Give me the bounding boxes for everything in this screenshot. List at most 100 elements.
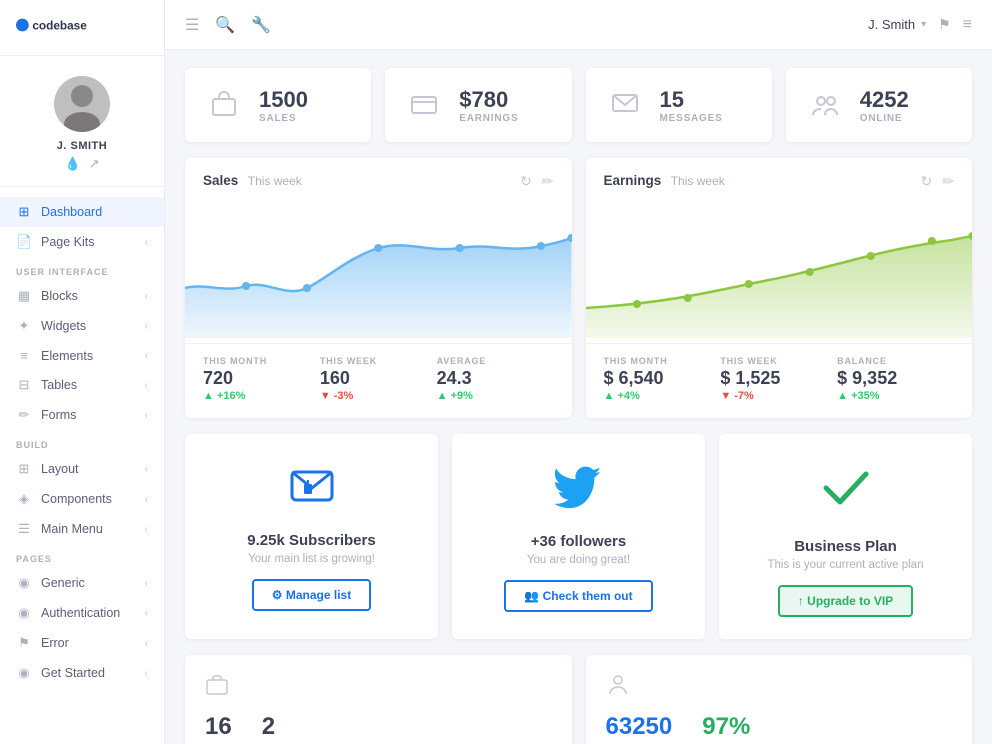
sidebar-label-layout: Layout: [41, 462, 79, 476]
sidebar-label-blocks: Blocks: [41, 289, 78, 303]
sidebar-item-forms[interactable]: ✏ Forms ‹: [0, 400, 164, 430]
business-plan-title: Business Plan: [794, 538, 897, 555]
elements-arrow: ‹: [145, 350, 148, 361]
earnings-edit-icon[interactable]: ✏: [942, 173, 954, 190]
business-plan-card: Business Plan This is your current activ…: [719, 434, 972, 639]
sidebar-label-generic: Generic: [41, 576, 85, 590]
error-arrow: ‹: [145, 638, 148, 649]
earnings-chart-card: Earnings This week ↻ ✏: [586, 158, 973, 418]
earnings-value: $780: [459, 87, 518, 113]
authentication-icon: ◉: [16, 605, 32, 621]
earnings-week-stat: THIS WEEK $ 1,525 ▼ -7%: [720, 356, 837, 402]
subscribers-desc: Your main list is growing!: [248, 553, 375, 565]
sales-week-stat: THIS WEEK 160 ▼ -3%: [320, 356, 437, 402]
earnings-balance-label: BALANCE: [837, 356, 954, 366]
stat-info-sales: 1500 SALES: [259, 87, 308, 124]
authentication-arrow: ‹: [145, 608, 148, 619]
profile-share-icon[interactable]: ↗: [89, 156, 100, 172]
tables-arrow: ‹: [145, 380, 148, 391]
topbar-menu-icon[interactable]: ≡: [963, 16, 972, 34]
earnings-chart-stats: THIS MONTH $ 6,540 ▲ +4% THIS WEEK $ 1,5…: [586, 343, 973, 418]
error-icon: ⚑: [16, 635, 32, 651]
stats-row: 1500 SALES $780 EARNINGS 15: [185, 68, 972, 142]
sidebar-item-getstarted[interactable]: ◉ Get Started ‹: [0, 658, 164, 688]
info-cards-row: 9.25k Subscribers Your main list is grow…: [185, 434, 972, 639]
widgets-icon: ✦: [16, 318, 32, 334]
earnings-chart-title: Earnings: [604, 173, 662, 188]
wrench-icon[interactable]: 🔧: [251, 15, 271, 35]
stat-info-messages: 15 MESSAGES: [660, 87, 723, 124]
sales-icon: [205, 86, 243, 124]
earnings-chart-header: Earnings This week ↻ ✏: [586, 158, 973, 198]
sidebar-label-authentication: Authentication: [41, 606, 120, 620]
online-value: 4252: [860, 87, 909, 113]
upgrade-vip-button[interactable]: ↑ Upgrade to VIP: [778, 585, 913, 617]
earnings-chart-title-area: Earnings This week: [604, 172, 725, 190]
search-icon[interactable]: 🔍: [215, 15, 235, 35]
sidebar-label-forms: Forms: [41, 408, 76, 422]
sales-avg-label: AVERAGE: [437, 356, 554, 366]
subscribers-title: 9.25k Subscribers: [247, 532, 375, 549]
sales-refresh-icon[interactable]: ↻: [520, 173, 532, 190]
bottom-card-right-header: [606, 673, 953, 703]
section-pages-label: PAGES: [0, 544, 164, 568]
sidebar-item-elements[interactable]: ≡ Elements ‹: [0, 341, 164, 370]
check-them-out-button[interactable]: 👥 Check them out: [504, 580, 652, 612]
sidebar-item-tables[interactable]: ⊟ Tables ‹: [0, 370, 164, 400]
sidebar: codebase J. SMITH 💧 ↗ ⊞ Dashboard 📄: [0, 0, 165, 744]
subscribers-card: 9.25k Subscribers Your main list is grow…: [185, 434, 438, 639]
profile-actions: 💧 ↗: [64, 156, 99, 172]
sidebar-item-components[interactable]: ◈ Components ‹: [0, 484, 164, 514]
sidebar-item-generic[interactable]: ◉ Generic ‹: [0, 568, 164, 598]
content-area: 1500 SALES $780 EARNINGS 15: [165, 50, 992, 744]
sales-month-stat: THIS MONTH 720 ▲ +16%: [203, 356, 320, 402]
blocks-icon: ▦: [16, 288, 32, 304]
sales-avg-stat: AVERAGE 24.3 ▲ +9%: [437, 356, 554, 402]
pagekits-icon: 📄: [16, 234, 32, 250]
online-label: ONLINE: [860, 113, 909, 124]
user-icon: [606, 673, 630, 703]
components-icon: ◈: [16, 491, 32, 507]
components-arrow: ‹: [145, 494, 148, 505]
stat-card-sales: 1500 SALES: [185, 68, 371, 142]
topbar-right: J. Smith ▾ ⚑ ≡: [868, 16, 972, 34]
sidebar-item-dashboard[interactable]: ⊞ Dashboard: [0, 197, 164, 227]
dashboard-icon: ⊞: [16, 204, 32, 220]
earnings-week-change: ▼ -7%: [720, 390, 837, 402]
blocks-arrow: ‹: [145, 291, 148, 302]
topbar-flag-icon[interactable]: ⚑: [938, 16, 951, 33]
sales-month-label: THIS MONTH: [203, 356, 320, 366]
forms-icon: ✏: [16, 407, 32, 423]
main-area: ☰ 🔍 🔧 J. Smith ▾ ⚑ ≡ 1500 SALES: [165, 0, 992, 744]
sidebar-item-mainmenu[interactable]: ☰ Main Menu ‹: [0, 514, 164, 544]
sidebar-item-layout[interactable]: ⊞ Layout ‹: [0, 454, 164, 484]
earnings-refresh-icon[interactable]: ↻: [921, 173, 933, 190]
sidebar-nav: ⊞ Dashboard 📄 Page Kits ‹ USER INTERFACE…: [0, 187, 164, 744]
twitter-desc: You are doing great!: [527, 554, 630, 566]
sidebar-item-authentication[interactable]: ◉ Authentication ‹: [0, 598, 164, 628]
generic-arrow: ‹: [145, 578, 148, 589]
sales-edit-icon[interactable]: ✏: [542, 173, 554, 190]
sidebar-label-getstarted: Get Started: [41, 666, 105, 680]
sales-chart-title: Sales: [203, 173, 238, 188]
manage-list-button[interactable]: ⚙ Manage list: [252, 579, 371, 611]
profile-water-icon[interactable]: 💧: [64, 156, 80, 172]
menu-icon[interactable]: ☰: [185, 15, 199, 35]
bottom-card-left-header: [205, 673, 552, 703]
sidebar-item-widgets[interactable]: ✦ Widgets ‹: [0, 311, 164, 341]
sidebar-label-pagekits: Page Kits: [41, 235, 95, 249]
sidebar-item-blocks[interactable]: ▦ Blocks ‹: [0, 281, 164, 311]
sidebar-item-error[interactable]: ⚑ Error ‹: [0, 628, 164, 658]
mainmenu-icon: ☰: [16, 521, 32, 537]
earnings-balance-value: $ 9,352: [837, 368, 954, 389]
avatar: [54, 76, 110, 132]
earnings-month-change: ▲ +4%: [604, 390, 721, 402]
sidebar-label-elements: Elements: [41, 349, 93, 363]
sales-week-change: ▼ -3%: [320, 390, 437, 402]
sidebar-label-dashboard: Dashboard: [41, 205, 102, 219]
section-ui-label: USER INTERFACE: [0, 257, 164, 281]
sidebar-item-pagekits[interactable]: 📄 Page Kits ‹: [0, 227, 164, 257]
topbar-user[interactable]: J. Smith ▾: [868, 17, 926, 32]
stat-info-earnings: $780 EARNINGS: [459, 87, 518, 124]
stat-card-messages: 15 MESSAGES: [586, 68, 772, 142]
